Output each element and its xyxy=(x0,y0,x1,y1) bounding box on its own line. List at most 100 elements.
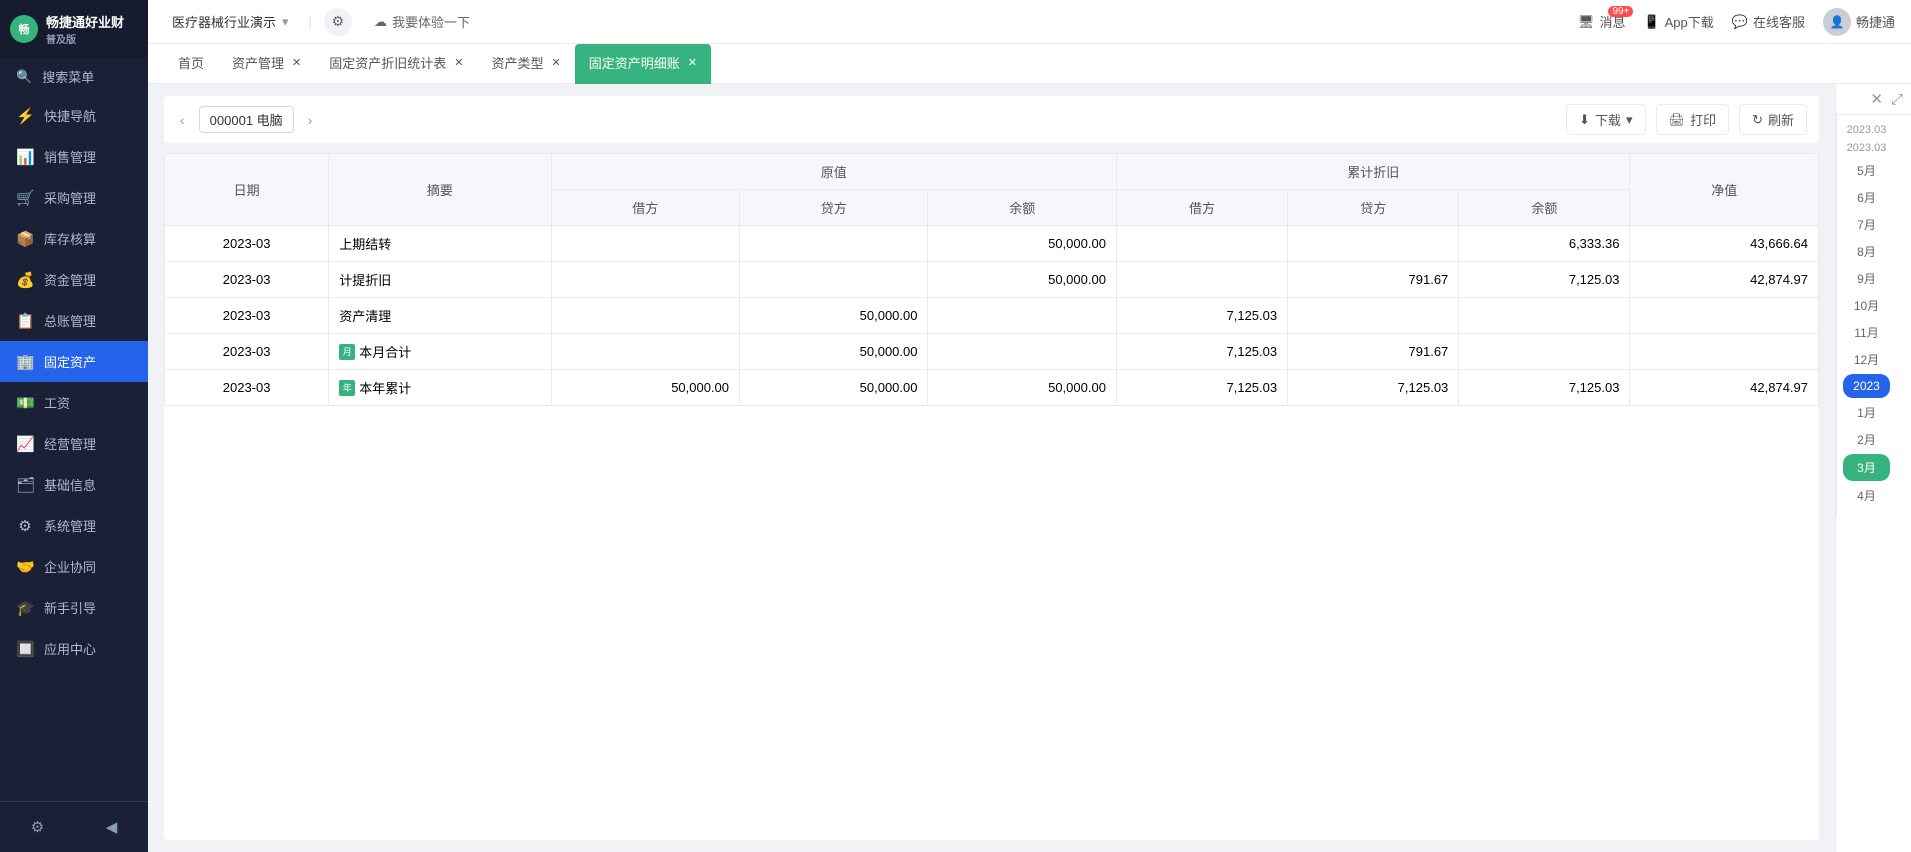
next-asset-btn[interactable]: › xyxy=(304,110,317,130)
user-menu[interactable]: 👤 畅捷通 xyxy=(1823,8,1895,36)
sidebar-item-salary[interactable]: 💵 工资 xyxy=(0,382,148,423)
timeline-month-2023[interactable]: 4月 xyxy=(1837,482,1896,509)
sidebar-item-purchase[interactable]: 🛒 采购管理 xyxy=(0,177,148,218)
sidebar-bottom: ⚙ ◀ xyxy=(0,801,148,852)
sidebar-item-quick-nav[interactable]: ⚡ 快捷导航 xyxy=(0,95,148,136)
row-ad-debit xyxy=(1116,226,1287,262)
timeline-month[interactable]: 7月 xyxy=(1837,211,1896,238)
system-icon: ⚙ xyxy=(16,517,34,535)
timeline-year-header[interactable]: 2023.03 xyxy=(1837,139,1896,157)
experience-btn[interactable]: ☁ 我要体验一下 xyxy=(364,8,480,35)
timeline-month[interactable]: 6月 xyxy=(1837,184,1896,211)
message-btn[interactable]: 🖥 消息 99+ xyxy=(1578,12,1626,31)
sidebar-item-operations[interactable]: 📈 经营管理 xyxy=(0,423,148,464)
ledger-icon: 📋 xyxy=(16,312,34,330)
salary-icon: 💵 xyxy=(16,394,34,412)
avatar-icon: 👤 xyxy=(1830,15,1845,29)
sidebar-label-guide: 新手引导 xyxy=(44,598,132,617)
fixed-assets-icon: 🏢 xyxy=(16,353,34,371)
tab-depreciation-table[interactable]: 固定资产折旧统计表 ✕ xyxy=(315,44,477,84)
panel-header: ✕ ⤢ xyxy=(1836,84,1911,115)
refresh-btn[interactable]: ↻ 刷新 xyxy=(1739,104,1807,135)
refresh-label: 刷新 xyxy=(1768,110,1794,129)
sidebar-item-basics[interactable]: 🗂 基础信息 xyxy=(0,464,148,505)
row-ov-balance xyxy=(928,298,1116,334)
tab-asset-detail[interactable]: 固定资产明细账 ✕ xyxy=(575,44,711,84)
row-ov-debit xyxy=(551,226,739,262)
company-selector[interactable]: 医疗器械行业演示 ▾ xyxy=(164,8,297,35)
sidebar-label-sales: 销售管理 xyxy=(44,147,132,166)
row-icon: 年 xyxy=(339,380,355,396)
download-icon: ⬇ xyxy=(1579,112,1590,128)
print-btn[interactable]: 🖨 打印 xyxy=(1656,104,1730,135)
row-ov-balance xyxy=(928,334,1116,370)
sidebar-item-fixed-assets[interactable]: 🏢 固定资产 xyxy=(0,341,148,382)
service-btn[interactable]: 💬 在线客服 xyxy=(1732,12,1805,31)
inventory-icon: 📦 xyxy=(16,230,34,248)
sidebar-settings-btn[interactable]: ⚙ xyxy=(21,812,54,842)
sidebar-search[interactable]: 🔍 搜索菜单 xyxy=(0,58,148,95)
sidebar-item-app-center[interactable]: 🔲 应用中心 xyxy=(0,628,148,669)
row-summary-cell: 月本月合计 xyxy=(329,334,551,370)
prev-asset-btn[interactable]: ‹ xyxy=(176,110,189,130)
sidebar-item-system[interactable]: ⚙ 系统管理 xyxy=(0,505,148,546)
sidebar-collapse-btn[interactable]: ◀ xyxy=(96,812,128,842)
row-ad-credit xyxy=(1288,226,1459,262)
timeline-month-2023[interactable]: 3月 xyxy=(1843,454,1890,481)
timeline-year-header[interactable]: 2023.03 xyxy=(1837,121,1896,139)
tab-depreciation-close[interactable]: ✕ xyxy=(454,56,463,69)
panel-expand-btn[interactable]: ⤢ xyxy=(1891,91,1903,108)
download-btn[interactable]: 📱 App下载 xyxy=(1643,12,1713,31)
panel-close-btn[interactable]: ✕ xyxy=(1870,90,1883,108)
sidebar-item-capital[interactable]: 💰 资金管理 xyxy=(0,259,148,300)
tab-asset-type[interactable]: 资产类型 ✕ xyxy=(477,44,574,84)
sidebar-item-cooperation[interactable]: 🤝 企业协同 xyxy=(0,546,148,587)
sidebar-item-ledger[interactable]: 📋 总账管理 xyxy=(0,300,148,341)
timeline-panel: 2023.032023.035月6月7月8月9月10月11月12月20231月2… xyxy=(1836,115,1896,515)
row-net-value: 42,874.97 xyxy=(1630,370,1819,406)
row-ad-debit: 7,125.03 xyxy=(1116,298,1287,334)
download-btn[interactable]: ⬇ 下载 ▾ xyxy=(1566,104,1645,135)
row-ov-balance: 50,000.00 xyxy=(928,226,1116,262)
row-summary: 计提折旧 xyxy=(339,273,391,288)
sidebar-item-inventory[interactable]: 📦 库存核算 xyxy=(0,218,148,259)
timeline-month[interactable]: 5月 xyxy=(1837,157,1896,184)
company-dropdown-icon: ▾ xyxy=(282,14,289,30)
timeline-month[interactable]: 11月 xyxy=(1837,319,1896,346)
row-ad-debit xyxy=(1116,262,1287,298)
sales-icon: 📊 xyxy=(16,148,34,166)
sidebar-label-quick-nav: 快捷导航 xyxy=(44,106,132,125)
timeline-year-2023[interactable]: 2023 xyxy=(1843,374,1890,398)
timeline-month[interactable]: 12月 xyxy=(1837,346,1896,373)
sidebar-item-guide[interactable]: 🎓 新手引导 xyxy=(0,587,148,628)
sidebar-logo: 畅 畅捷通好业财 普及版 xyxy=(0,0,148,58)
timeline-month-2023[interactable]: 2月 xyxy=(1837,426,1896,453)
download-label: App下载 xyxy=(1665,12,1714,31)
timeline-month[interactable]: 10月 xyxy=(1837,292,1896,319)
row-ad-balance xyxy=(1459,334,1630,370)
tab-depreciation-table-label: 固定资产折旧统计表 xyxy=(329,53,446,72)
row-date: 2023-03 xyxy=(165,226,329,262)
row-net-value: 43,666.64 xyxy=(1630,226,1819,262)
sidebar-label-operations: 经营管理 xyxy=(44,434,132,453)
tab-asset-detail-close[interactable]: ✕ xyxy=(688,56,697,69)
topbar-settings-btn[interactable]: ⚙ xyxy=(324,8,352,36)
tab-home[interactable]: 首页 xyxy=(164,44,218,84)
row-ad-balance: 7,125.03 xyxy=(1459,370,1630,406)
tab-asset-management[interactable]: 资产管理 ✕ xyxy=(218,44,315,84)
tab-asset-management-close[interactable]: ✕ xyxy=(292,56,301,69)
row-ad-credit: 7,125.03 xyxy=(1288,370,1459,406)
row-net-value xyxy=(1630,298,1819,334)
table-row: 2023-03 上期结转 50,000.00 6,333.36 43,666.6… xyxy=(165,226,1819,262)
timeline-month-2023[interactable]: 1月 xyxy=(1837,399,1896,426)
tab-asset-type-close[interactable]: ✕ xyxy=(552,56,561,69)
row-date: 2023-03 xyxy=(165,334,329,370)
timeline-month[interactable]: 8月 xyxy=(1837,238,1896,265)
row-ov-debit xyxy=(551,262,739,298)
message-badge: 99+ xyxy=(1608,6,1633,17)
timeline-month[interactable]: 9月 xyxy=(1837,265,1896,292)
purchase-icon: 🛒 xyxy=(16,189,34,207)
sidebar-item-sales[interactable]: 📊 销售管理 xyxy=(0,136,148,177)
th-ad-balance: 余额 xyxy=(1459,190,1630,226)
content-area: ‹ 000001 电脑 › ⬇ 下载 ▾ 🖨 打印 ↻ 刷新 xyxy=(148,84,1911,852)
